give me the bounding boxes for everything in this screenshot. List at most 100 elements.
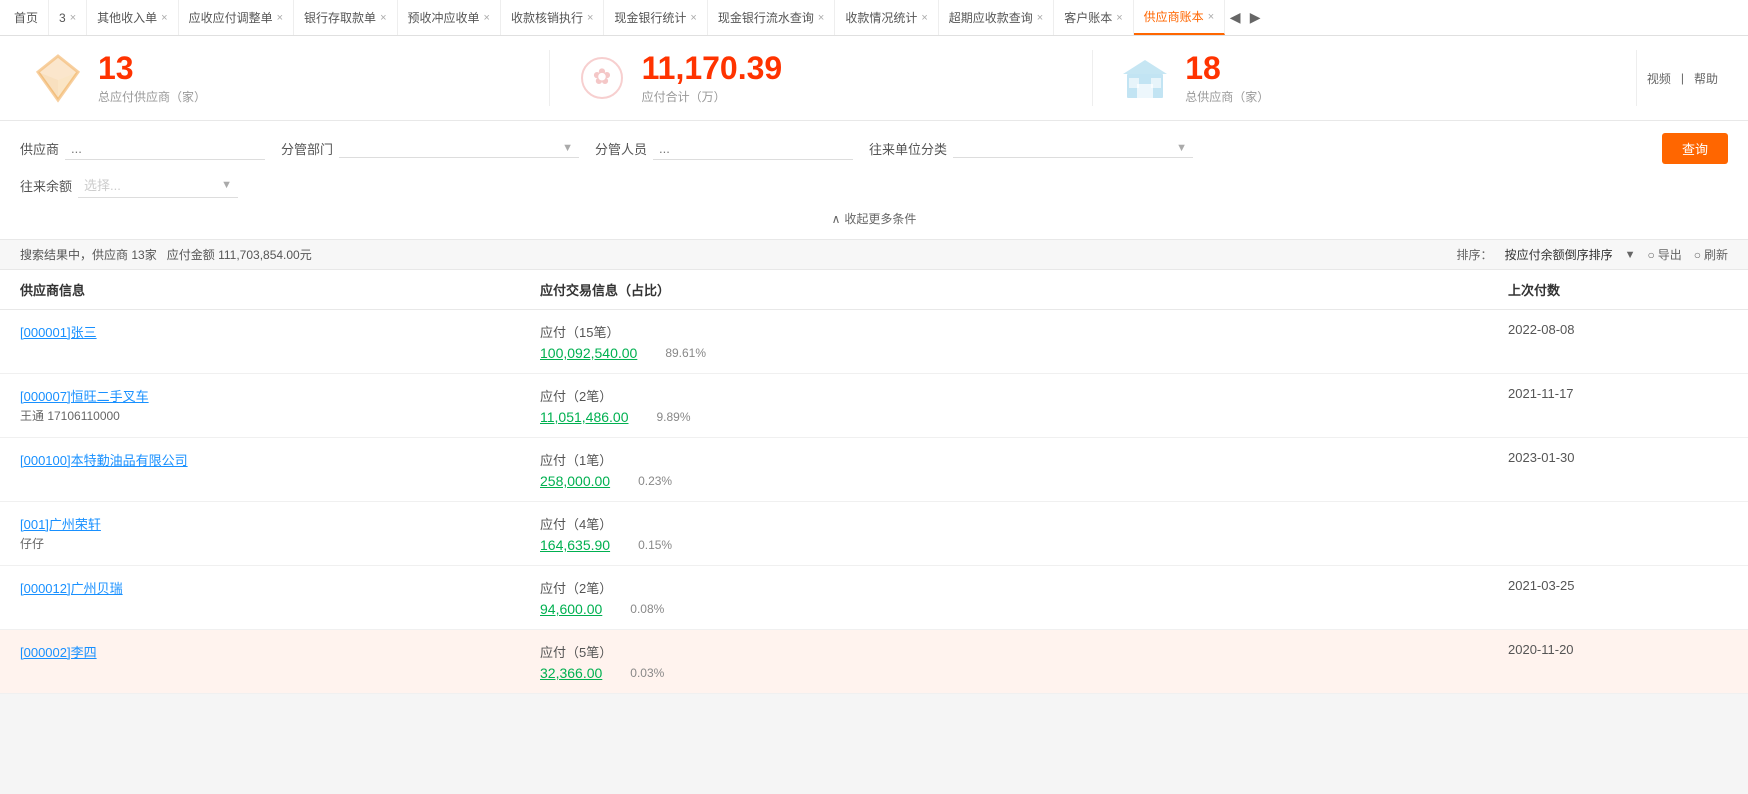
supplier-info-col: [000001]张三 — [20, 322, 540, 341]
last-payment-col: 2020-11-20 — [1508, 642, 1728, 657]
nav-tab-bank-deposit-close[interactable]: × — [380, 12, 386, 24]
transaction-amount[interactable]: 100,092,540.00 — [540, 345, 637, 361]
person-input[interactable] — [653, 138, 853, 160]
nav-next-arrow[interactable]: ▶ — [1245, 0, 1265, 35]
last-payment-col: 2023-01-30 — [1508, 450, 1728, 465]
transaction-percent: 9.89% — [657, 410, 691, 424]
nav-prev-arrow[interactable]: ◀ — [1225, 0, 1245, 35]
result-total-amount: 111,703,854.00元 — [218, 248, 312, 262]
video-link[interactable]: 视频 — [1647, 70, 1671, 87]
result-amount-prefix: 应付金额 — [167, 248, 215, 262]
supplier-link[interactable]: [000100]本特勤油品有限公司 — [20, 450, 540, 469]
table-row: [001]广州荣轩 仔仔 应付（4笔） 164,635.90 0.15% — [0, 502, 1748, 566]
sort-value[interactable]: 按应付余额倒序排序 — [1505, 246, 1613, 263]
nav-tab-home[interactable]: 首页 — [4, 0, 49, 35]
nav-tab-cash-flow[interactable]: 现金银行流水查询 × — [708, 0, 835, 35]
supplier-input[interactable] — [65, 138, 265, 160]
card-payable-total-number: 11,170.39 — [642, 51, 783, 86]
nav-tab-customer-book-close[interactable]: × — [1116, 12, 1122, 24]
collapse-button[interactable]: ∧ 收起更多条件 — [20, 206, 1728, 231]
balance-dropdown-icon: ▼ — [221, 179, 232, 191]
category-select[interactable]: ▼ — [953, 139, 1193, 158]
summary-card-payable-suppliers: 13 总应付供应商（家） — [20, 50, 550, 106]
supplier-info-col: [000100]本特勤油品有限公司 — [20, 450, 540, 469]
nav-tab-overdue-ar[interactable]: 超期应收款查询 × — [939, 0, 1054, 35]
table-header-row: 供应商信息 应付交易信息（占比） 上次付数 — [0, 270, 1748, 310]
table-row: [000002]李四 应付（5笔） 32,366.00 0.03% 2020-1… — [0, 630, 1748, 694]
nav-tab-collection-exec[interactable]: 收款核销执行 × — [501, 0, 604, 35]
nav-tab-other-income-close[interactable]: × — [161, 12, 167, 24]
transaction-info-col: 应付（2笔） 11,051,486.00 9.89% — [540, 386, 1508, 425]
result-supplier-count: 13家 — [131, 248, 156, 262]
nav-tab-other-income[interactable]: 其他收入单 × — [87, 0, 178, 35]
balance-select-value: 选择... — [84, 175, 221, 194]
supplier-link[interactable]: [000007]恒旺二手叉车 — [20, 386, 540, 405]
search-button[interactable]: 查询 — [1662, 133, 1728, 164]
help-link[interactable]: 帮助 — [1694, 70, 1718, 87]
transaction-info-col: 应付（15笔） 100,092,540.00 89.61% — [540, 322, 1508, 361]
supplier-link[interactable]: [000012]广州贝瑞 — [20, 578, 540, 597]
nav-tab-supplier-book-close[interactable]: × — [1208, 11, 1214, 23]
transaction-amount[interactable]: 164,635.90 — [540, 537, 610, 553]
transaction-label: 应付（15笔） — [540, 322, 1508, 341]
col-header-transaction: 应付交易信息（占比） — [540, 280, 1508, 299]
collapse-up-icon: ∧ — [832, 212, 841, 226]
nav-tab-ar-ap-adjust[interactable]: 应收应付调整单 × — [179, 0, 294, 35]
supplier-link[interactable]: [000002]李四 — [20, 642, 540, 661]
card-payable-total-label: 应付合计（万） — [642, 88, 783, 105]
nav-tab-bank-deposit[interactable]: 银行存取款单 × — [294, 0, 397, 35]
transaction-label: 应付（4笔） — [540, 514, 1508, 533]
card-total-suppliers-content: 18 总供应商（家） — [1185, 51, 1269, 105]
nav-tab-cash-stat-close[interactable]: × — [690, 12, 696, 24]
nav-tab-prepay-ar[interactable]: 预收冲应收单 × — [398, 0, 501, 35]
nav-tab-prepay-ar-label: 预收冲应收单 — [408, 9, 480, 26]
result-info: 搜索结果中，供应商 13家 应付金额 111,703,854.00元 — [20, 246, 312, 263]
nav-tab-overdue-ar-close[interactable]: × — [1037, 12, 1043, 24]
nav-tab-cash-flow-label: 现金银行流水查询 — [718, 9, 814, 26]
nav-tab-collection-stat[interactable]: 收款情况统计 × — [835, 0, 938, 35]
dept-select[interactable]: ▼ — [339, 139, 579, 158]
nav-tab-3[interactable]: 3 × — [49, 0, 87, 35]
filter-balance: 往来余额 选择... ▼ — [20, 172, 238, 198]
supplier-link[interactable]: [000001]张三 — [20, 322, 540, 341]
refresh-button[interactable]: ○ 刷新 — [1694, 246, 1728, 263]
table-row: [000001]张三 应付（15笔） 100,092,540.00 89.61%… — [0, 310, 1748, 374]
balance-select[interactable]: 选择... ▼ — [78, 172, 238, 198]
result-actions: 排序： 按应付余额倒序排序 ▼ ○ 导出 ○ 刷新 — [1457, 246, 1728, 263]
transaction-amount[interactable]: 94,600.00 — [540, 601, 602, 617]
col-header-last-payment: 上次付数 — [1508, 280, 1728, 299]
col-header-supplier: 供应商信息 — [20, 280, 540, 299]
link-separator: | — [1681, 71, 1684, 85]
supplier-sub: 王通 17106110000 — [20, 407, 540, 424]
nav-tab-collection-stat-close[interactable]: × — [921, 12, 927, 24]
card-payable-suppliers-number: 13 — [98, 51, 206, 86]
filter-supplier-label: 供应商 — [20, 139, 59, 158]
transaction-amount[interactable]: 11,051,486.00 — [540, 409, 629, 425]
transaction-percent: 0.15% — [638, 538, 672, 552]
result-info-prefix: 搜索结果中，供应商 — [20, 248, 128, 262]
card-total-suppliers-label: 总供应商（家） — [1185, 88, 1269, 105]
nav-tab-bank-deposit-label: 银行存取款单 — [304, 9, 376, 26]
nav-tab-collection-exec-close[interactable]: × — [587, 12, 593, 24]
nav-tab-ar-ap-adjust-label: 应收应付调整单 — [189, 9, 273, 26]
nav-tab-supplier-book-label: 供应商账本 — [1144, 8, 1204, 25]
nav-tab-3-close[interactable]: × — [70, 12, 76, 24]
export-button[interactable]: ○ 导出 — [1647, 246, 1681, 263]
nav-tab-customer-book[interactable]: 客户账本 × — [1054, 0, 1133, 35]
transaction-amount[interactable]: 32,366.00 — [540, 665, 602, 681]
supplier-info-col: [000007]恒旺二手叉车 王通 17106110000 — [20, 386, 540, 424]
refresh-icon: ○ — [1694, 248, 1701, 262]
nav-tab-ar-ap-adjust-close[interactable]: × — [277, 12, 283, 24]
card-payable-suppliers-content: 13 总应付供应商（家） — [98, 51, 206, 105]
nav-tab-cash-flow-close[interactable]: × — [818, 12, 824, 24]
transaction-percent: 89.61% — [665, 346, 706, 360]
nav-tab-prepay-ar-close[interactable]: × — [484, 12, 490, 24]
supplier-link[interactable]: [001]广州荣轩 — [20, 514, 540, 533]
table-row: [000012]广州贝瑞 应付（2笔） 94,600.00 0.08% 2021… — [0, 566, 1748, 630]
nav-tab-supplier-book[interactable]: 供应商账本 × — [1134, 0, 1225, 35]
supplier-info-col: [000012]广州贝瑞 — [20, 578, 540, 597]
transaction-amount[interactable]: 258,000.00 — [540, 473, 610, 489]
data-table: 供应商信息 应付交易信息（占比） 上次付数 [000001]张三 应付（15笔）… — [0, 270, 1748, 694]
filter-category-label: 往来单位分类 — [869, 139, 947, 158]
nav-tab-cash-stat[interactable]: 现金银行统计 × — [604, 0, 707, 35]
